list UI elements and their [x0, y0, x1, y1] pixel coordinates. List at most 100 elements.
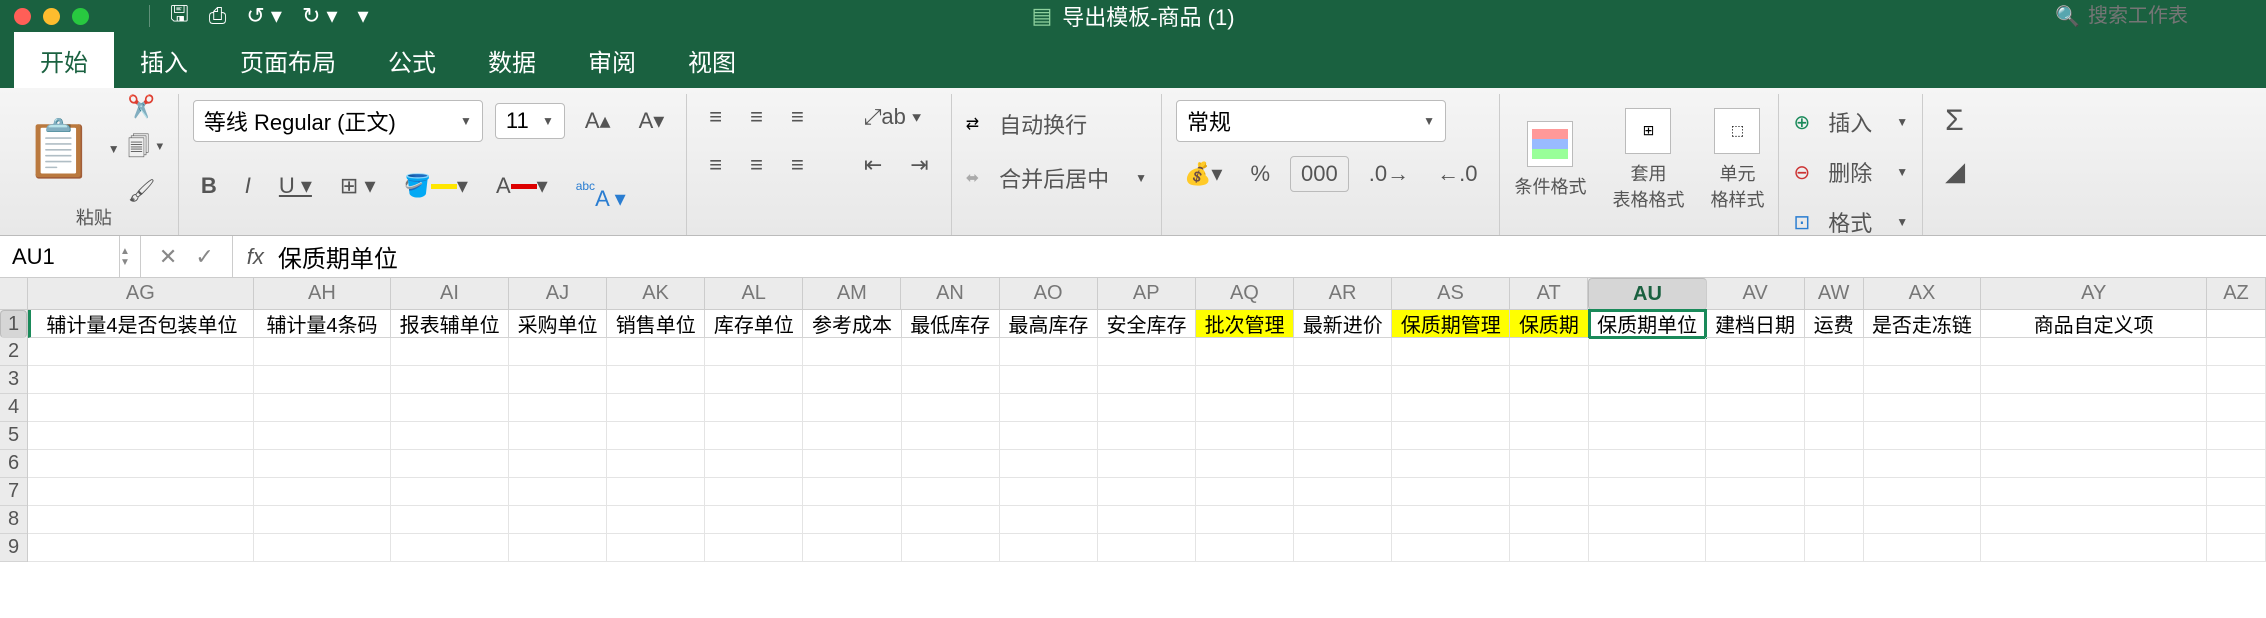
bold-button[interactable]: B — [193, 169, 225, 203]
cell[interactable] — [803, 394, 901, 422]
cell[interactable] — [1098, 366, 1196, 394]
cell[interactable] — [1805, 422, 1864, 450]
row-header[interactable]: 3 — [0, 366, 27, 394]
cell[interactable] — [705, 422, 803, 450]
cell[interactable] — [1589, 450, 1707, 478]
cell[interactable] — [607, 422, 705, 450]
cell[interactable] — [1981, 478, 2207, 506]
increase-decimal-icon[interactable]: .0→ — [1361, 157, 1417, 191]
cell[interactable] — [1196, 534, 1294, 562]
cell[interactable] — [1805, 394, 1864, 422]
cell[interactable] — [1098, 534, 1196, 562]
cell[interactable] — [1392, 534, 1510, 562]
cell[interactable] — [1392, 422, 1510, 450]
maximize-icon[interactable] — [72, 8, 89, 25]
column-header[interactable]: AW — [1805, 278, 1864, 310]
cell[interactable] — [28, 506, 254, 534]
decrease-decimal-icon[interactable]: ←.0 — [1429, 157, 1485, 191]
merge-center-button[interactable]: 合并后居中 — [991, 158, 1117, 198]
cell[interactable] — [1981, 338, 2207, 366]
cell[interactable] — [2207, 366, 2266, 394]
cell[interactable]: 运费 — [1805, 310, 1864, 338]
row-header[interactable]: 4 — [0, 394, 27, 422]
align-right-icon[interactable]: ≡ — [783, 148, 812, 182]
cell[interactable]: 采购单位 — [509, 310, 607, 338]
cell[interactable]: 最高库存 — [1000, 310, 1098, 338]
cell[interactable] — [28, 366, 254, 394]
cell[interactable] — [1196, 478, 1294, 506]
cell[interactable] — [1294, 450, 1392, 478]
cell[interactable] — [1864, 478, 1982, 506]
cell[interactable]: 是否走冻链 — [1864, 310, 1982, 338]
cell[interactable] — [1981, 366, 2207, 394]
cell[interactable] — [1589, 422, 1707, 450]
number-format-select[interactable]: 常规▼ — [1176, 100, 1446, 142]
cell[interactable] — [902, 478, 1000, 506]
search-input[interactable] — [2088, 5, 2248, 28]
cell[interactable] — [1196, 450, 1294, 478]
cell[interactable] — [1000, 394, 1098, 422]
cell[interactable] — [1098, 394, 1196, 422]
cell[interactable]: 最新进价 — [1294, 310, 1392, 338]
cell[interactable] — [1196, 366, 1294, 394]
cell[interactable] — [1981, 394, 2207, 422]
cell[interactable] — [1196, 422, 1294, 450]
cell[interactable] — [509, 366, 607, 394]
cell[interactable] — [1392, 478, 1510, 506]
cell[interactable] — [705, 450, 803, 478]
font-color-button[interactable]: A ▾ — [488, 169, 556, 203]
cell[interactable]: 销售单位 — [607, 310, 705, 338]
cell[interactable] — [607, 450, 705, 478]
cell[interactable]: 辅计量4条码 — [254, 310, 391, 338]
cell[interactable] — [1510, 506, 1589, 534]
cell[interactable] — [509, 478, 607, 506]
cell[interactable] — [254, 450, 391, 478]
cell[interactable] — [1392, 506, 1510, 534]
cell[interactable] — [803, 478, 901, 506]
minimize-icon[interactable] — [43, 8, 60, 25]
cell[interactable] — [254, 338, 391, 366]
paste-dropdown-icon[interactable]: ▼ — [108, 142, 120, 156]
cell[interactable] — [1510, 394, 1589, 422]
row-header[interactable]: 6 — [0, 450, 27, 478]
cell[interactable] — [902, 422, 1000, 450]
row-header[interactable]: 1 — [0, 310, 27, 338]
cell[interactable] — [2207, 534, 2266, 562]
autosum-icon[interactable]: Σ — [1937, 100, 1973, 142]
cell[interactable] — [1589, 506, 1707, 534]
cell[interactable] — [1392, 394, 1510, 422]
cell[interactable] — [1805, 534, 1864, 562]
delete-cells-button[interactable]: 删除 — [1820, 152, 1880, 192]
cell[interactable] — [1000, 366, 1098, 394]
save-icon[interactable]: 🖫 — [170, 0, 189, 35]
cell[interactable] — [803, 338, 901, 366]
cancel-formula-icon[interactable]: ✕ — [159, 244, 177, 270]
cell[interactable] — [1864, 394, 1982, 422]
cell[interactable] — [803, 422, 901, 450]
column-header[interactable]: AH — [254, 278, 391, 310]
cell[interactable] — [803, 450, 901, 478]
cell[interactable] — [1589, 394, 1707, 422]
cell[interactable] — [1706, 394, 1804, 422]
cell[interactable] — [1000, 338, 1098, 366]
cell[interactable] — [2207, 450, 2266, 478]
customize-qat-icon[interactable]: ▾ — [358, 3, 369, 29]
tab-审阅[interactable]: 审阅 — [562, 31, 662, 88]
cell[interactable]: 辅计量4是否包装单位 — [28, 310, 254, 338]
cell[interactable] — [1981, 534, 2207, 562]
tab-插入[interactable]: 插入 — [114, 31, 214, 88]
cell[interactable] — [509, 450, 607, 478]
cell[interactable]: 保质期单位 — [1589, 310, 1707, 338]
close-icon[interactable] — [14, 8, 31, 25]
cell[interactable] — [391, 394, 509, 422]
cell[interactable] — [509, 506, 607, 534]
cell[interactable] — [254, 366, 391, 394]
cell[interactable] — [1706, 450, 1804, 478]
fill-color-button[interactable]: 🪣 ▾ — [396, 169, 476, 203]
cell-styles-icon[interactable]: ⬚ — [1714, 108, 1760, 154]
column-header[interactable]: AJ — [509, 278, 607, 310]
cell[interactable] — [1000, 450, 1098, 478]
cell[interactable] — [1864, 450, 1982, 478]
confirm-formula-icon[interactable]: ✓ — [195, 244, 213, 270]
cell[interactable] — [391, 422, 509, 450]
